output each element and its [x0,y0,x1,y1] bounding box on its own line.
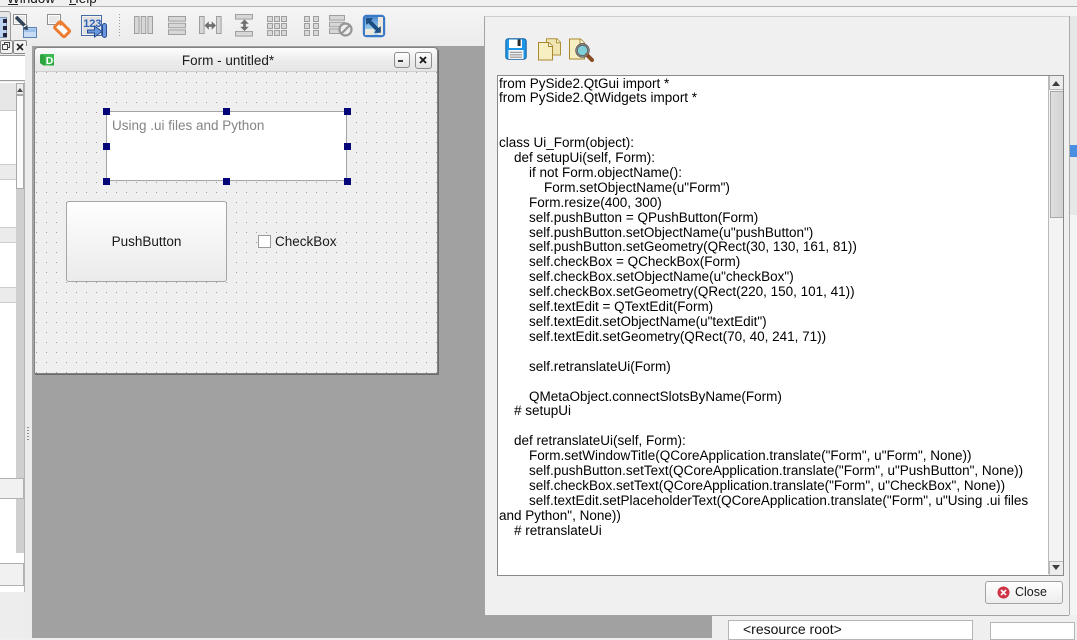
svg-text:123: 123 [83,18,101,30]
